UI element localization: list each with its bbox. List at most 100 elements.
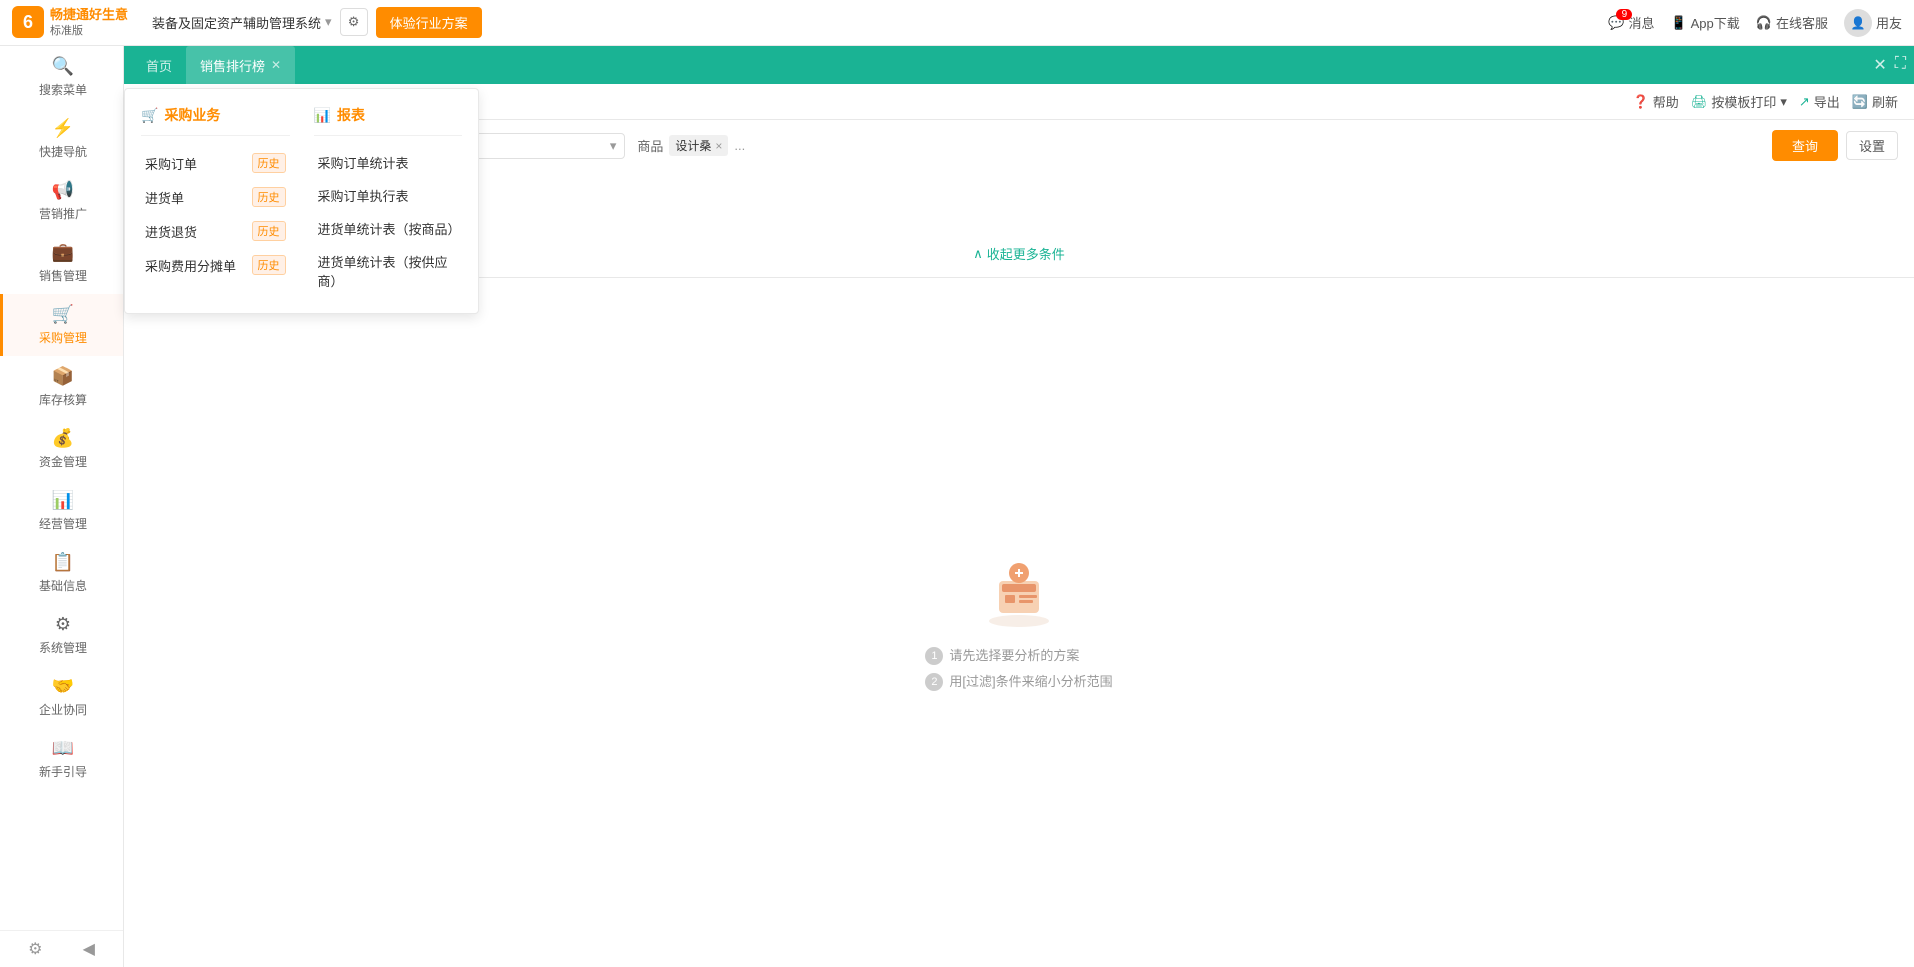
report-section-title: 📊 报表 [314, 105, 463, 136]
online-service-label: 在线客服 [1776, 13, 1828, 32]
print-label: 按模板打印 [1711, 92, 1776, 111]
menu-item-purchase-order[interactable]: 采购订单 历史 [141, 146, 290, 180]
finance-icon: 💰 [52, 428, 74, 449]
top-bar-right: 💬 9 消息 📱 App下载 🎧 在线客服 👤 用友 [1608, 9, 1902, 37]
logo-area: 6 畅捷通好生意 标准版 [12, 6, 128, 40]
goods-tag-close-icon[interactable]: × [715, 139, 722, 153]
export-label: 导出 [1814, 92, 1840, 111]
collapse-label: 收起更多条件 [987, 244, 1065, 263]
message-button[interactable]: 💬 9 消息 [1608, 13, 1654, 32]
sidebar-label-enterprise: 企业协同 [39, 701, 87, 718]
help-label: 帮助 [1653, 92, 1679, 111]
sidebar-label-guide: 新手引导 [39, 763, 87, 780]
query-actions: 查询 设置 [1772, 130, 1898, 161]
user-menu[interactable]: 👤 用友 [1844, 9, 1902, 37]
sidebar-item-guide[interactable]: 📖 新手引导 [0, 728, 123, 790]
goods-label: 商品 [637, 136, 663, 155]
sidebar-item-finance[interactable]: 💰 资金管理 [0, 418, 123, 480]
column-settings-button[interactable]: 设置 [1846, 131, 1898, 160]
purchase-order-exec-label: 采购订单执行表 [318, 186, 409, 205]
goods-stats-by-supplier-label: 进货单统计表（按供应商） [318, 252, 459, 290]
help-icon: ❓ [1633, 94, 1649, 110]
logo-line2: 标准版 [50, 24, 128, 39]
sidebar-settings-button[interactable]: ⚙ [28, 939, 42, 959]
print-icon: 🖨 [1691, 94, 1708, 110]
refresh-icon: 🔄 [1852, 94, 1868, 110]
query-button[interactable]: 查询 [1772, 130, 1838, 161]
message-label: 消息 [1628, 13, 1654, 32]
sidebar-label-sales: 销售管理 [39, 267, 87, 284]
purchase-order-history-badge: 历史 [252, 153, 286, 173]
app-download-button[interactable]: 📱 App下载 [1670, 13, 1739, 32]
online-service-button[interactable]: 🎧 在线客服 [1756, 13, 1828, 32]
sidebar-label-purchase: 采购管理 [39, 329, 87, 346]
refresh-button[interactable]: 🔄 刷新 [1852, 92, 1898, 111]
doc-status-arrow-icon: ▾ [610, 138, 617, 154]
purchase-section-label: 采购业务 [164, 105, 220, 125]
tab-close-icon[interactable]: ✕ [271, 58, 281, 72]
goods-stats-by-item-label: 进货单统计表（按商品） [318, 219, 459, 238]
app-download-label: App下载 [1691, 13, 1740, 32]
empty-illustration [969, 551, 1069, 631]
sidebar-menu: 🔍 搜索菜单 ⚡ 快捷导航 📢 营销推广 💼 销售管理 🛒 采购管理 [0, 46, 123, 930]
top-bar: 6 畅捷通好生意 标准版 装备及固定资产辅助管理系统 ▾ ⚙ 体验行业方案 [0, 0, 1914, 46]
report-section-icon: 📊 [314, 107, 331, 124]
hint-text-1: 请先选择要分析的方案 [949, 643, 1079, 669]
phone-icon: 📱 [1670, 15, 1686, 31]
menu-item-purchase-order-exec[interactable]: 采购订单执行表 [314, 179, 463, 212]
sidebar-item-basic-info[interactable]: 📋 基础信息 [0, 542, 123, 604]
sidebar-item-sales[interactable]: 💼 销售管理 [0, 232, 123, 294]
sidebar-item-quick-nav[interactable]: ⚡ 快捷导航 [0, 108, 123, 170]
sidebar-item-enterprise[interactable]: 🤝 企业协同 [0, 666, 123, 728]
tab-close-all-button[interactable]: ✕ [1873, 55, 1886, 75]
menu-item-goods-stats-by-item[interactable]: 进货单统计表（按商品） [314, 212, 463, 245]
headset-icon: 🎧 [1756, 15, 1772, 31]
refresh-label: 刷新 [1872, 92, 1898, 111]
doc-status-control[interactable]: ▾ [465, 133, 625, 159]
tab-sales-rank-label: 销售排行榜 [200, 56, 265, 75]
empty-hint-1: 1 请先选择要分析的方案 [925, 643, 1112, 669]
collapse-button[interactable]: ∧ 收起更多条件 [973, 240, 1065, 267]
marketing-icon: 📢 [52, 180, 74, 201]
menu-item-goods-stats-by-supplier[interactable]: 进货单统计表（按供应商） [314, 245, 463, 297]
tab-home-label: 首页 [146, 56, 172, 75]
tab-sales-rank[interactable]: 销售排行榜 ✕ [186, 46, 295, 84]
sidebar-item-purchase[interactable]: 🛒 采购管理 [0, 294, 123, 356]
tab-expand-button[interactable]: ⛶ [1895, 55, 1906, 75]
sidebar-collapse-button[interactable]: ◀ [83, 939, 95, 959]
tab-bar: 首页 销售排行榜 ✕ ✕ ⛶ [124, 46, 1914, 84]
purchase-expense-history-badge: 历史 [252, 255, 286, 275]
sidebar-item-inventory[interactable]: 📦 库存核算 [0, 356, 123, 418]
message-icon-wrapper: 💬 9 [1608, 15, 1624, 31]
user-icon: 👤 [1851, 16, 1866, 30]
search-icon: 🔍 [52, 56, 74, 77]
goods-dots[interactable]: ... [734, 138, 745, 153]
print-button[interactable]: 🖨 按模板打印 ▾ [1691, 92, 1787, 111]
tab-home[interactable]: 首页 [132, 46, 186, 84]
goods-filter: 商品 设计桑 × ... [637, 135, 745, 156]
sidebar-item-system[interactable]: ⚙ 系统管理 [0, 604, 123, 666]
industry-button[interactable]: 体验行业方案 [376, 7, 482, 38]
operations-icon: 📊 [52, 490, 74, 511]
sidebar-item-marketing[interactable]: 📢 营销推广 [0, 170, 123, 232]
enterprise-icon: 🤝 [52, 676, 74, 697]
empty-hints: 1 请先选择要分析的方案 2 用[过滤]条件来缩小分析范围 [925, 643, 1112, 695]
menu-item-goods-receipt[interactable]: 进货单 历史 [141, 180, 290, 214]
report-menu-section: 📊 报表 采购订单统计表 采购订单执行表 进货单统计表（按商品） 进货单统计表（… [314, 105, 463, 297]
guide-icon: 📖 [52, 738, 74, 759]
sidebar-bottom: ⚙ ◀ [0, 930, 123, 967]
sidebar-label-inventory: 库存核算 [39, 391, 87, 408]
sidebar-item-search[interactable]: 🔍 搜索菜单 [0, 46, 123, 108]
sidebar-label-operations: 经营管理 [39, 515, 87, 532]
help-button[interactable]: ❓ 帮助 [1633, 92, 1679, 111]
sidebar-item-operations[interactable]: 📊 经营管理 [0, 480, 123, 542]
export-button[interactable]: ↗ 导出 [1799, 92, 1840, 111]
logo-text: 畅捷通好生意 标准版 [50, 6, 128, 40]
system-title-dropdown[interactable]: 装备及固定资产辅助管理系统 ▾ [152, 13, 332, 32]
export-icon: ↗ [1799, 94, 1810, 110]
settings-icon-button[interactable]: ⚙ [340, 8, 368, 36]
goods-tag-value: 设计桑 [675, 137, 711, 154]
menu-item-purchase-order-stats[interactable]: 采购订单统计表 [314, 146, 463, 179]
menu-item-purchase-expense[interactable]: 采购费用分摊单 历史 [141, 248, 290, 282]
menu-item-goods-return[interactable]: 进货退货 历史 [141, 214, 290, 248]
